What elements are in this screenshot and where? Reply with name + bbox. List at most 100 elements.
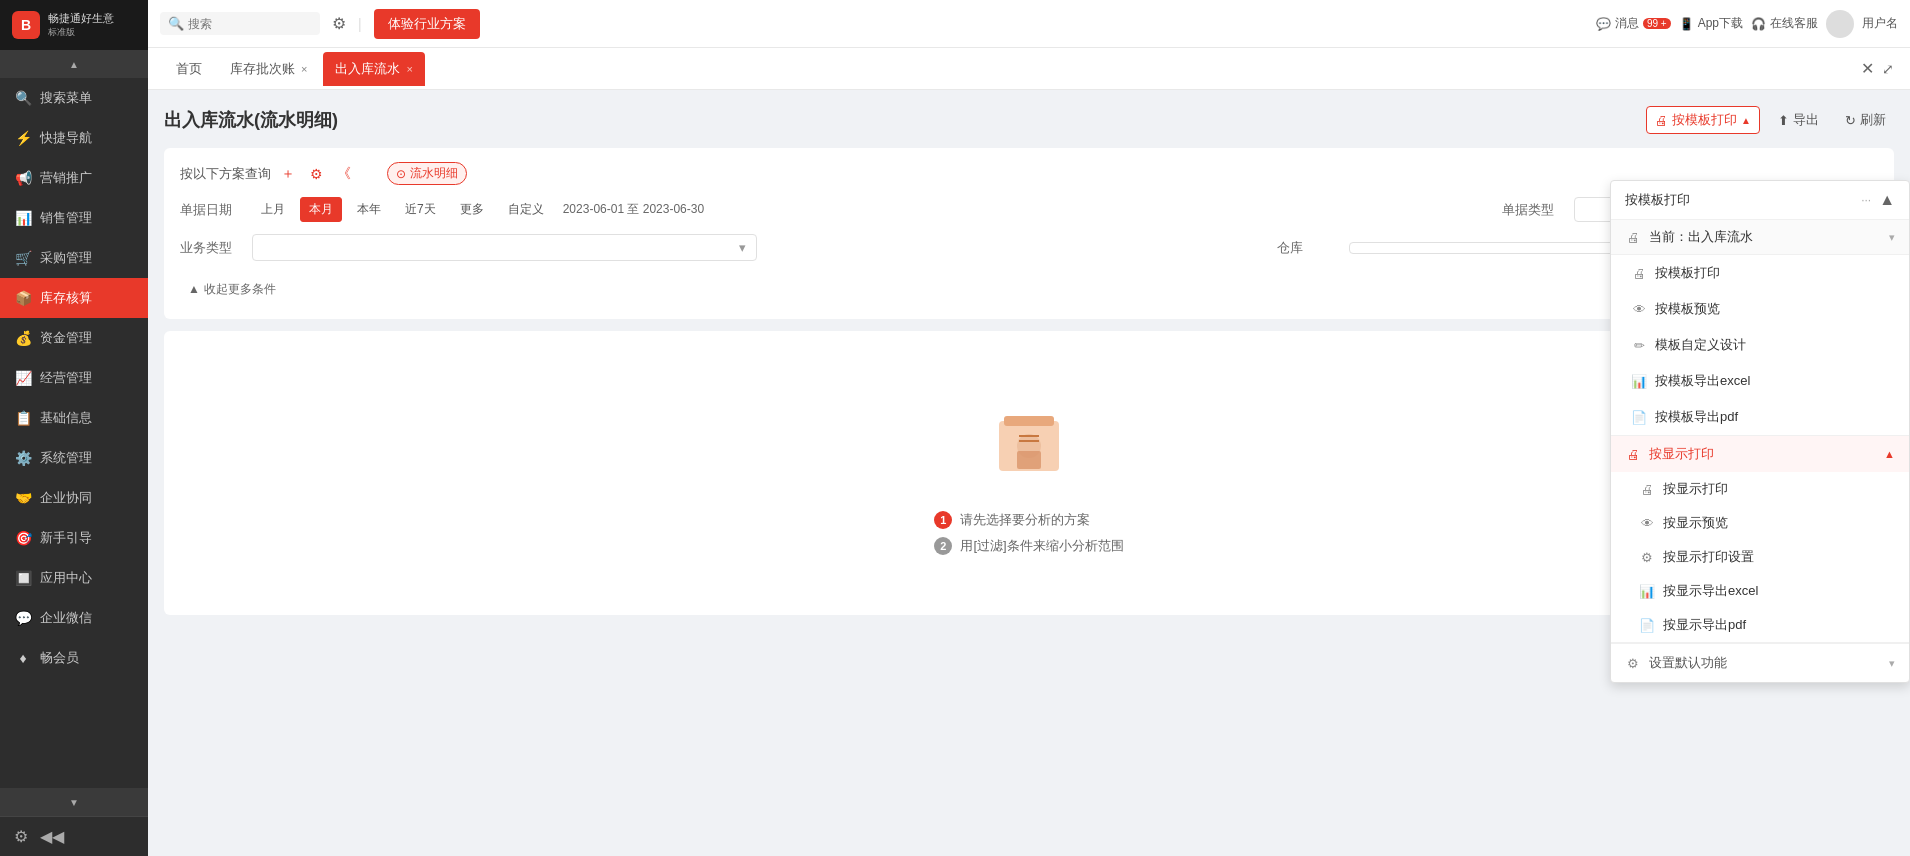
sidebar-bottom: ⚙ ◀◀ bbox=[0, 816, 148, 856]
dropdown-item-template-pdf[interactable]: 📄 按模板导出pdf bbox=[1611, 399, 1909, 435]
scroll-up-arrow[interactable]: ▲ bbox=[69, 57, 79, 72]
filter-collapse-icon[interactable]: 《 bbox=[333, 163, 355, 185]
sidebar-item-wechat[interactable]: 💬 企业微信 bbox=[0, 598, 148, 638]
filter-tag-group: ⊙ 流水明细 bbox=[387, 162, 467, 185]
sidebar-item-quicknav[interactable]: ⚡ 快捷导航 bbox=[0, 118, 148, 158]
sidebar-item-sales[interactable]: 📊 销售管理 bbox=[0, 198, 148, 238]
avatar[interactable] bbox=[1826, 10, 1854, 38]
sidebar-item-label: 基础信息 bbox=[40, 409, 92, 427]
tab-batch-label: 库存批次账 bbox=[230, 60, 295, 78]
current-printer-icon: 🖨 bbox=[1625, 229, 1641, 245]
tab-batch[interactable]: 库存批次账 × bbox=[218, 52, 319, 86]
dropdown-item-display-excel[interactable]: 📊 按显示导出excel bbox=[1611, 574, 1909, 608]
template-excel-icon: 📊 bbox=[1631, 373, 1647, 389]
header-service[interactable]: 🎧 在线客服 bbox=[1751, 15, 1818, 32]
filter-label-group: 按以下方案查询 ＋ ⚙ 《 bbox=[180, 163, 355, 185]
sidebar-collapse-icon[interactable]: ◀◀ bbox=[40, 827, 64, 846]
sidebar-item-basics[interactable]: 📋 基础信息 bbox=[0, 398, 148, 438]
sidebar-scroll: 🔍 搜索菜单 ⚡ 快捷导航 📢 营销推广 📊 销售管理 🛒 采购管理 📦 库存核… bbox=[0, 78, 148, 788]
header-search-box[interactable]: 🔍 bbox=[160, 12, 320, 35]
page-actions: 🖨 按模板打印 ▲ ⬆ 导出 ↻ 刷新 bbox=[1646, 106, 1894, 134]
biz-select[interactable]: ▾ bbox=[252, 234, 757, 261]
sidebar-logo: B 畅捷通好生意 标准版 bbox=[0, 0, 148, 50]
printer-icon: 🖨 bbox=[1655, 113, 1668, 128]
search-icon: 🔍 bbox=[168, 16, 184, 31]
display-excel-label: 按显示导出excel bbox=[1663, 582, 1758, 600]
sidebar-item-vip[interactable]: ♦ 畅会员 bbox=[0, 638, 148, 678]
scroll-down-arrow[interactable]: ▼ bbox=[69, 795, 79, 810]
tab-flow-close[interactable]: × bbox=[406, 63, 412, 75]
display-section-header[interactable]: 🖨 按显示打印 ▲ bbox=[1611, 436, 1909, 472]
print-template-button[interactable]: 🖨 按模板打印 ▲ bbox=[1646, 106, 1760, 134]
sidebar-item-label: 企业协同 bbox=[40, 489, 92, 507]
quicknav-icon: ⚡ bbox=[14, 129, 32, 147]
sidebar-item-finance[interactable]: 💰 资金管理 bbox=[0, 318, 148, 358]
header-app-download[interactable]: 📱 App下载 bbox=[1679, 15, 1743, 32]
dropdown-item-display-print[interactable]: 🖨 按显示打印 bbox=[1611, 472, 1909, 506]
sidebar-item-apps[interactable]: 🔲 应用中心 bbox=[0, 558, 148, 598]
svg-rect-3 bbox=[1017, 451, 1041, 469]
sidebar-item-label: 库存核算 bbox=[40, 289, 92, 307]
sidebar-item-search[interactable]: 🔍 搜索菜单 bbox=[0, 78, 148, 118]
empty-step-1: 1 请先选择要分析的方案 bbox=[934, 511, 1123, 529]
dropdown-footer[interactable]: ⚙ 设置默认功能 ▾ bbox=[1611, 643, 1909, 682]
dropdown-item-template-print[interactable]: 🖨 按模板打印 bbox=[1611, 255, 1909, 291]
trial-button[interactable]: 体验行业方案 bbox=[374, 9, 480, 39]
type-label: 单据类型 bbox=[1502, 201, 1562, 219]
dropdown-current-section[interactable]: 🖨 当前：出入库流水 ▾ bbox=[1611, 220, 1909, 254]
template-custom-label: 模板自定义设计 bbox=[1655, 336, 1746, 354]
sidebar-item-system[interactable]: ⚙️ 系统管理 bbox=[0, 438, 148, 478]
sidebar-item-business[interactable]: 📈 经营管理 bbox=[0, 358, 148, 398]
tab-flow[interactable]: 出入库流水 × bbox=[323, 52, 424, 86]
sidebar-item-inventory[interactable]: 📦 库存核算 bbox=[0, 278, 148, 318]
dropdown-item-display-pdf[interactable]: 📄 按显示导出pdf bbox=[1611, 608, 1909, 642]
sidebar-item-marketing[interactable]: 📢 营销推广 bbox=[0, 158, 148, 198]
sidebar-item-label: 应用中心 bbox=[40, 569, 92, 587]
top-header: 🔍 ⚙ | 体验行业方案 💬 消息 99 + 📱 App下载 🎧 在线客服 用户… bbox=[148, 0, 1910, 48]
dropdown-item-display-preview[interactable]: 👁 按显示预览 bbox=[1611, 506, 1909, 540]
tab-close-all-icon[interactable]: ✕ bbox=[1861, 59, 1874, 78]
header-message[interactable]: 💬 消息 99 + bbox=[1596, 15, 1671, 32]
header-gear-icon[interactable]: ⚙ bbox=[328, 10, 350, 37]
export-icon: ⬆ bbox=[1778, 113, 1789, 128]
tab-home[interactable]: 首页 bbox=[164, 52, 214, 86]
date-btn-this-month[interactable]: 本月 bbox=[300, 197, 342, 222]
dropdown-item-template-custom[interactable]: ✏ 模板自定义设计 bbox=[1611, 327, 1909, 363]
filter-active-tag[interactable]: ⊙ 流水明细 bbox=[387, 162, 467, 185]
filter-settings-icon[interactable]: ⚙ bbox=[305, 163, 327, 185]
collapse-button[interactable]: ▲ 收起更多条件 bbox=[180, 273, 284, 305]
date-btn-last-month[interactable]: 上月 bbox=[252, 197, 294, 222]
sidebar-item-guide[interactable]: 🎯 新手引导 bbox=[0, 518, 148, 558]
export-label: 导出 bbox=[1793, 111, 1819, 129]
refresh-button[interactable]: ↻ 刷新 bbox=[1837, 107, 1894, 133]
sidebar-item-corp[interactable]: 🤝 企业协同 bbox=[0, 478, 148, 518]
dropdown-item-template-preview[interactable]: 👁 按模板预览 bbox=[1611, 291, 1909, 327]
search-input[interactable] bbox=[188, 17, 312, 31]
guide-icon: 🎯 bbox=[14, 529, 32, 547]
service-label: 在线客服 bbox=[1770, 15, 1818, 32]
date-btn-custom[interactable]: 自定义 bbox=[499, 197, 553, 222]
username[interactable]: 用户名 bbox=[1862, 15, 1898, 32]
tab-expand-icon[interactable]: ⤢ bbox=[1882, 61, 1894, 77]
export-button[interactable]: ⬆ 导出 bbox=[1770, 107, 1827, 133]
dropdown-more-icon[interactable]: ··· bbox=[1861, 193, 1871, 207]
date-btn-more[interactable]: 更多 bbox=[451, 197, 493, 222]
sidebar-item-purchase[interactable]: 🛒 采购管理 bbox=[0, 238, 148, 278]
tab-batch-close[interactable]: × bbox=[301, 63, 307, 75]
dropdown-item-template-excel[interactable]: 📊 按模板导出excel bbox=[1611, 363, 1909, 399]
logo-text-group: 畅捷通好生意 标准版 bbox=[48, 11, 114, 39]
sidebar-settings-icon[interactable]: ⚙ bbox=[14, 827, 28, 846]
date-btn-this-year[interactable]: 本年 bbox=[348, 197, 390, 222]
dropdown-close-button[interactable]: ▲ bbox=[1879, 192, 1895, 208]
display-preview-label: 按显示预览 bbox=[1663, 514, 1728, 532]
filter-add-icon[interactable]: ＋ bbox=[277, 163, 299, 185]
dropdown-header-actions: ··· ▲ bbox=[1861, 192, 1895, 208]
dropdown-item-display-settings[interactable]: ⚙ 按显示打印设置 bbox=[1611, 540, 1909, 574]
step2-num: 2 bbox=[934, 537, 952, 555]
warehouse-label: 仓库 bbox=[1277, 239, 1337, 257]
date-btn-7days[interactable]: 近7天 bbox=[396, 197, 445, 222]
biz-chevron: ▾ bbox=[739, 240, 746, 255]
sidebar-item-label: 经营管理 bbox=[40, 369, 92, 387]
chevron-up-icon: ▲ bbox=[1741, 115, 1751, 126]
display-section-header-content: 🖨 按显示打印 bbox=[1625, 445, 1714, 463]
